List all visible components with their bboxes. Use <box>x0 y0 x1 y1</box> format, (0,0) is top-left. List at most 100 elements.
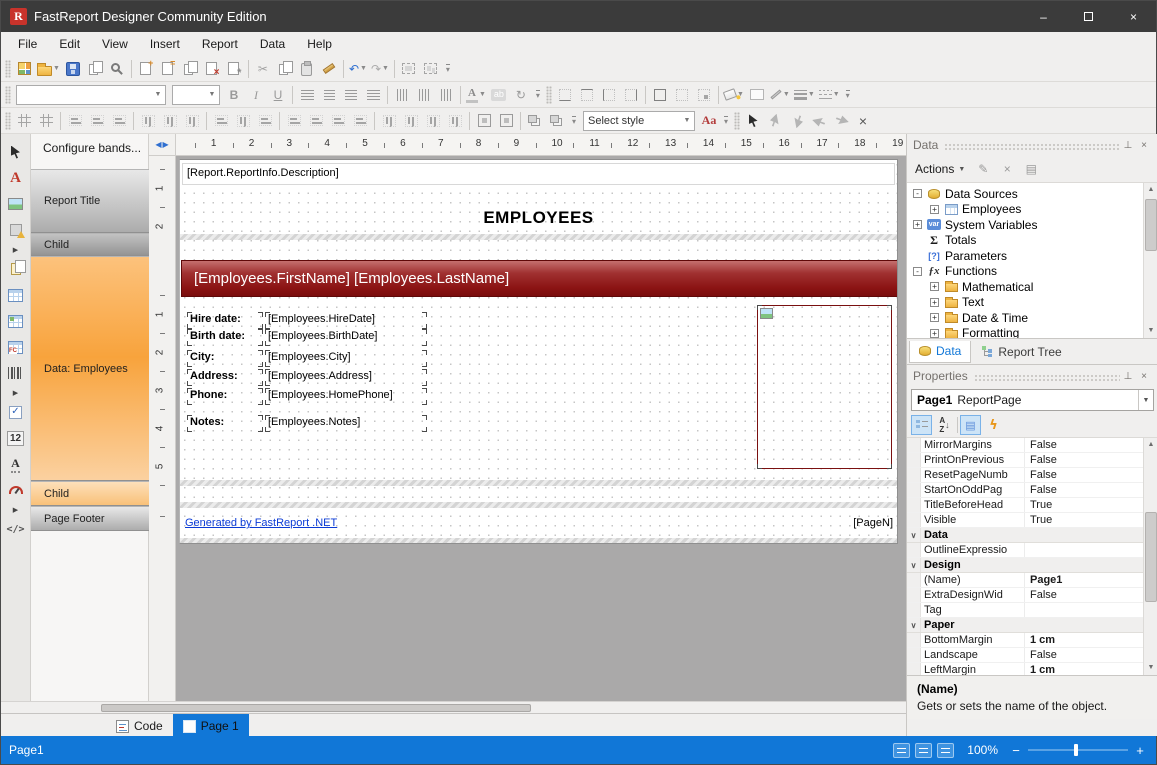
collapse-bands-icon[interactable]: ◀ <box>155 140 161 149</box>
data-tree-scrollbar[interactable]: ▲ ▼ <box>1143 183 1157 338</box>
menu-item-help[interactable]: Help <box>296 34 343 54</box>
object-selector-combo[interactable]: Page1 ReportPage ▼ <box>911 389 1154 411</box>
scroll-thumb[interactable] <box>1145 512 1157 602</box>
picture-object-button[interactable] <box>3 191 29 217</box>
scroll-up-icon[interactable]: ▲ <box>1144 183 1157 197</box>
property-row-extradesignwid[interactable]: ExtraDesignWidFalse <box>907 588 1143 603</box>
field-expression[interactable]: [Employees.HomePhone] <box>266 389 426 404</box>
cellular-text-object-button[interactable]: 12 <box>3 425 29 451</box>
save-button[interactable] <box>62 58 84 80</box>
scroll-up-icon[interactable]: ▲ <box>1144 438 1157 452</box>
delete-selection-button[interactable]: × <box>852 110 874 132</box>
dropdown-arrow-icon[interactable]: ▼ <box>205 91 219 98</box>
dropdown-arrow-icon[interactable]: ▼ <box>680 117 694 124</box>
tree-item-text[interactable]: +Text <box>907 295 1143 311</box>
align-centers-button[interactable] <box>86 110 108 132</box>
field-label[interactable]: Notes: <box>188 416 262 431</box>
minimize-button[interactable]: – <box>1021 1 1066 32</box>
property-value[interactable]: Page1 <box>1025 574 1143 586</box>
field-label[interactable]: City: <box>188 351 262 366</box>
same-height-button[interactable] <box>232 110 254 132</box>
field-expression[interactable]: [Employees.Notes] <box>266 416 426 431</box>
space-horizontally-button[interactable] <box>283 110 305 132</box>
table-object-button[interactable] <box>3 282 29 308</box>
valign-bottom-button[interactable] <box>435 84 457 106</box>
close-icon[interactable]: × <box>1136 140 1152 151</box>
property-value[interactable]: False <box>1025 454 1143 466</box>
format-painter-button[interactable] <box>318 58 340 80</box>
property-row-landscape[interactable]: LandscapeFalse <box>907 648 1143 663</box>
property-category-paper[interactable]: ∨Paper <box>907 618 1143 633</box>
page-workspace[interactable]: [Report.ReportInfo.Description] EMPLOYEE… <box>176 156 906 701</box>
align-rights-button[interactable] <box>108 110 130 132</box>
cut-button[interactable]: ✂ <box>252 58 274 80</box>
text-object-button[interactable]: A <box>3 165 29 191</box>
categorized-view-button[interactable] <box>911 415 932 435</box>
delete-page-button[interactable] <box>201 58 223 80</box>
line-color-button[interactable]: ▼ <box>768 84 792 106</box>
view-mode-continuous-icon[interactable] <box>915 743 932 758</box>
center-vertically-in-band-button[interactable] <box>495 110 517 132</box>
shape-object-button[interactable] <box>3 217 29 243</box>
center-horizontally-in-band-button[interactable] <box>473 110 495 132</box>
dropdown-caret-icon[interactable]: ▼ <box>783 91 790 98</box>
property-row-leftmargin[interactable]: LeftMargin1 cm <box>907 663 1143 675</box>
menu-item-view[interactable]: View <box>91 34 139 54</box>
delete-datasource-icon[interactable]: × <box>997 159 1017 179</box>
tab-report-tree[interactable]: Report Tree <box>973 341 1070 363</box>
remove-vertical-spacing-button[interactable] <box>444 110 466 132</box>
new-report-button[interactable] <box>13 58 35 80</box>
horizontal-scrollbar-thumb[interactable] <box>101 704 531 712</box>
tree-item-date-time[interactable]: +Date & Time <box>907 310 1143 326</box>
menu-item-data[interactable]: Data <box>249 34 296 54</box>
subreport-object-button[interactable] <box>3 256 29 282</box>
underline-button[interactable]: U <box>267 84 289 106</box>
actions-button[interactable]: Actions <box>915 162 954 176</box>
expand-icon[interactable]: + <box>913 220 922 229</box>
open-button[interactable]: ▼ <box>35 58 62 80</box>
collapse-icon[interactable]: - <box>913 189 922 198</box>
panel-drag-area[interactable] <box>974 374 1120 382</box>
border-right-button[interactable] <box>620 84 642 106</box>
employee-name-header-object[interactable]: [Employees.FirstName] [Employees.LastNam… <box>181 260 898 297</box>
submenu-arrow-icon[interactable]: ▶ <box>3 243 29 256</box>
report-title-text-object[interactable]: EMPLOYEES <box>182 205 895 231</box>
report-description-text-object[interactable]: [Report.ReportInfo.Description] <box>182 163 895 185</box>
align-tops-button[interactable] <box>137 110 159 132</box>
expand-icon[interactable]: + <box>930 205 939 214</box>
select-tool-button[interactable] <box>742 110 764 132</box>
border-props-button[interactable] <box>693 84 715 106</box>
redo-button[interactable]: ↷▼ <box>369 58 391 80</box>
dropdown-caret-icon[interactable]: ▼ <box>382 65 389 72</box>
toolbar-grip[interactable] <box>734 112 740 130</box>
line-tool-sw-button[interactable] <box>830 110 852 132</box>
tree-item-data-sources[interactable]: -Data Sources <box>907 186 1143 202</box>
italic-button[interactable]: I <box>245 84 267 106</box>
tab-code[interactable]: Code <box>106 714 173 738</box>
menu-item-edit[interactable]: Edit <box>48 34 91 54</box>
highlight-button[interactable]: ab <box>488 84 510 106</box>
tree-item-functions[interactable]: -ƒxFunctions <box>907 264 1143 280</box>
border-all-button[interactable] <box>649 84 671 106</box>
toolbar-grip[interactable] <box>5 60 11 78</box>
line-tool-se-button[interactable] <box>786 110 808 132</box>
toolbar-grip[interactable] <box>5 86 11 104</box>
zoom-in-button[interactable]: + <box>1132 743 1148 758</box>
tab-data[interactable]: Data <box>909 341 971 363</box>
field-expression[interactable]: [Employees.BirthDate] <box>266 330 426 345</box>
property-row-tag[interactable]: Tag <box>907 603 1143 618</box>
collapse-icon[interactable]: - <box>913 267 922 276</box>
toolbar-grip[interactable] <box>5 112 11 130</box>
employee-picture-object[interactable] <box>757 305 892 469</box>
tree-item-formatting[interactable]: +Formatting <box>907 326 1143 339</box>
pin-icon[interactable]: ⊥ <box>1120 140 1136 151</box>
remove-horizontal-spacing-button[interactable] <box>349 110 371 132</box>
horizontal-scrollbar[interactable] <box>1 701 906 713</box>
property-value[interactable]: False <box>1025 589 1143 601</box>
menu-item-report[interactable]: Report <box>191 34 249 54</box>
snap-to-grid-button[interactable] <box>13 110 35 132</box>
property-category-data[interactable]: ∨Data <box>907 528 1143 543</box>
fill-style-button[interactable] <box>746 84 768 106</box>
dropdown-caret-icon[interactable]: ▼ <box>360 65 367 72</box>
expand-icon[interactable]: + <box>930 282 939 291</box>
